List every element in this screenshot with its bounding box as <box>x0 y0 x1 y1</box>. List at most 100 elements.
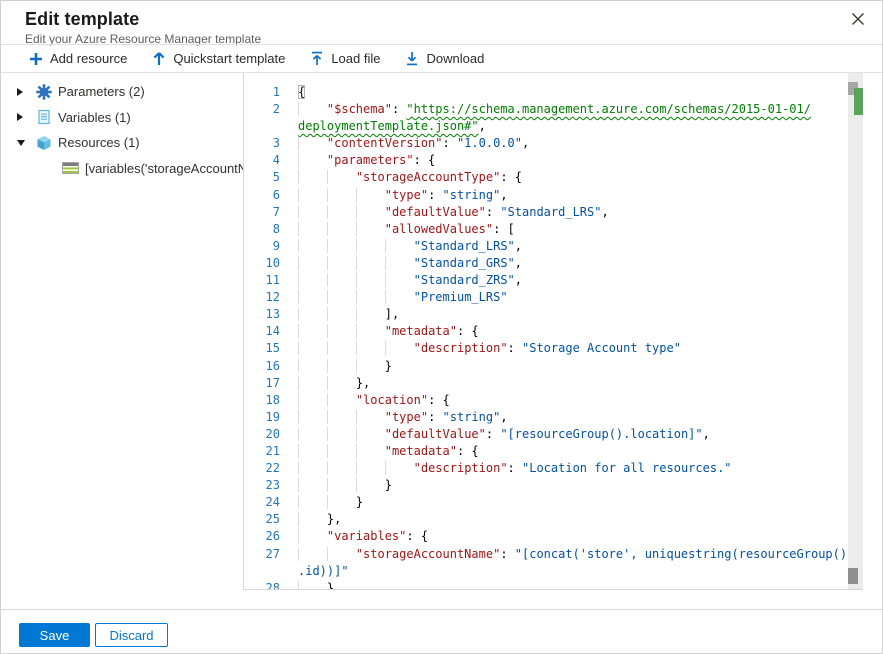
line-number: 25 <box>244 511 280 528</box>
add-resource-label: Add resource <box>50 51 127 66</box>
line-number: 15 <box>244 340 280 357</box>
overview-bottom-marker <box>848 568 858 584</box>
plus-icon <box>29 52 43 66</box>
download-label: Download <box>426 51 484 66</box>
code-line: 5 "storageAccountType": { <box>244 169 863 186</box>
line-number: 27 <box>244 546 280 563</box>
close-button[interactable] <box>846 7 870 31</box>
code-line: 7 "defaultValue": "Standard_LRS", <box>244 204 863 221</box>
chevron-right-icon[interactable] <box>17 88 31 96</box>
edit-template-panel: Edit template Edit your Azure Resource M… <box>0 0 883 654</box>
code-line: 12 "Premium_LRS" <box>244 289 863 306</box>
save-button[interactable]: Save <box>19 623 90 647</box>
chevron-down-icon[interactable] <box>17 140 31 146</box>
line-number <box>244 118 280 135</box>
page-title: Edit template <box>25 9 139 30</box>
line-number: 13 <box>244 306 280 323</box>
download-button[interactable]: Download <box>401 49 488 68</box>
tree-item-storage-account[interactable]: [variables('storageAccountNam... <box>1 156 243 182</box>
line-number: 8 <box>244 221 280 238</box>
code-line: 26 "variables": { <box>244 528 863 545</box>
resource-tree: Parameters (2) Variables (1) Resour <box>1 79 243 181</box>
line-number: 12 <box>244 289 280 306</box>
line-number: 9 <box>244 238 280 255</box>
code-line: 1{ <box>244 84 863 101</box>
tree-item-parameters[interactable]: Parameters (2) <box>1 79 243 105</box>
gear-icon <box>35 83 52 100</box>
code-line: 22 "description": "Location for all reso… <box>244 460 863 477</box>
line-number: 23 <box>244 477 280 494</box>
code-line: deploymentTemplate.json#", <box>244 118 863 135</box>
arrow-up-icon <box>152 51 166 66</box>
code-line: 24 } <box>244 494 863 511</box>
storage-account-icon <box>62 160 79 177</box>
line-number: 2 <box>244 101 280 118</box>
download-icon <box>405 51 419 66</box>
line-number: 10 <box>244 255 280 272</box>
line-number: 28 <box>244 580 280 590</box>
line-number: 6 <box>244 187 280 204</box>
code-line: 20 "defaultValue": "[resourceGroup().loc… <box>244 426 863 443</box>
line-number <box>244 563 280 580</box>
editor-scrollbar[interactable] <box>848 73 863 589</box>
toolbar: Add resource Quickstart template Load fi… <box>1 45 882 72</box>
code-line: 6 "type": "string", <box>244 187 863 204</box>
line-number: 4 <box>244 152 280 169</box>
upload-icon <box>310 51 324 66</box>
line-number: 22 <box>244 460 280 477</box>
tree-item-label: Parameters (2) <box>58 84 145 99</box>
tree-item-label: Resources (1) <box>58 135 140 150</box>
line-number: 21 <box>244 443 280 460</box>
code-editor[interactable]: 1{2 "$schema": "https://schema.managemen… <box>243 73 863 590</box>
line-number: 14 <box>244 323 280 340</box>
code-line: 25 }, <box>244 511 863 528</box>
code-line: 21 "metadata": { <box>244 443 863 460</box>
code-line: 2 "$schema": "https://schema.management.… <box>244 101 863 118</box>
document-icon <box>35 109 52 126</box>
line-number: 19 <box>244 409 280 426</box>
cube-icon <box>35 134 52 151</box>
code-line: 14 "metadata": { <box>244 323 863 340</box>
discard-button[interactable]: Discard <box>95 623 168 647</box>
line-number: 7 <box>244 204 280 221</box>
line-number: 1 <box>244 84 280 101</box>
load-file-button[interactable]: Load file <box>306 49 384 68</box>
add-resource-button[interactable]: Add resource <box>25 49 131 68</box>
code-lines: 1{2 "$schema": "https://schema.managemen… <box>244 73 863 590</box>
code-line: .id))]" <box>244 563 863 580</box>
code-line: 28 } <box>244 580 863 590</box>
code-line: 13 ], <box>244 306 863 323</box>
overview-link-marker <box>854 88 863 115</box>
code-line: 4 "parameters": { <box>244 152 863 169</box>
quickstart-template-label: Quickstart template <box>173 51 285 66</box>
code-line: 8 "allowedValues": [ <box>244 221 863 238</box>
line-number: 24 <box>244 494 280 511</box>
code-line: 16 } <box>244 358 863 375</box>
line-number: 20 <box>244 426 280 443</box>
code-line: 17 }, <box>244 375 863 392</box>
line-number: 16 <box>244 358 280 375</box>
quickstart-template-button[interactable]: Quickstart template <box>148 49 289 68</box>
line-number: 26 <box>244 528 280 545</box>
line-number: 17 <box>244 375 280 392</box>
line-number: 5 <box>244 169 280 186</box>
close-icon <box>851 12 865 26</box>
line-number: 11 <box>244 272 280 289</box>
code-line: 10 "Standard_GRS", <box>244 255 863 272</box>
line-number: 3 <box>244 135 280 152</box>
tree-item-label: Variables (1) <box>58 110 131 125</box>
code-line: 9 "Standard_LRS", <box>244 238 863 255</box>
chevron-right-icon[interactable] <box>17 113 31 121</box>
code-line: 18 "location": { <box>244 392 863 409</box>
tree-item-resources[interactable]: Resources (1) <box>1 130 243 156</box>
tree-item-variables[interactable]: Variables (1) <box>1 105 243 131</box>
code-line: 15 "description": "Storage Account type" <box>244 340 863 357</box>
code-line: 3 "contentVersion": "1.0.0.0", <box>244 135 863 152</box>
line-number: 18 <box>244 392 280 409</box>
code-line: 27 "storageAccountName": "[concat('store… <box>244 546 863 563</box>
code-line: 23 } <box>244 477 863 494</box>
footer-divider <box>1 609 882 610</box>
code-line: 19 "type": "string", <box>244 409 863 426</box>
load-file-label: Load file <box>331 51 380 66</box>
code-line: 11 "Standard_ZRS", <box>244 272 863 289</box>
